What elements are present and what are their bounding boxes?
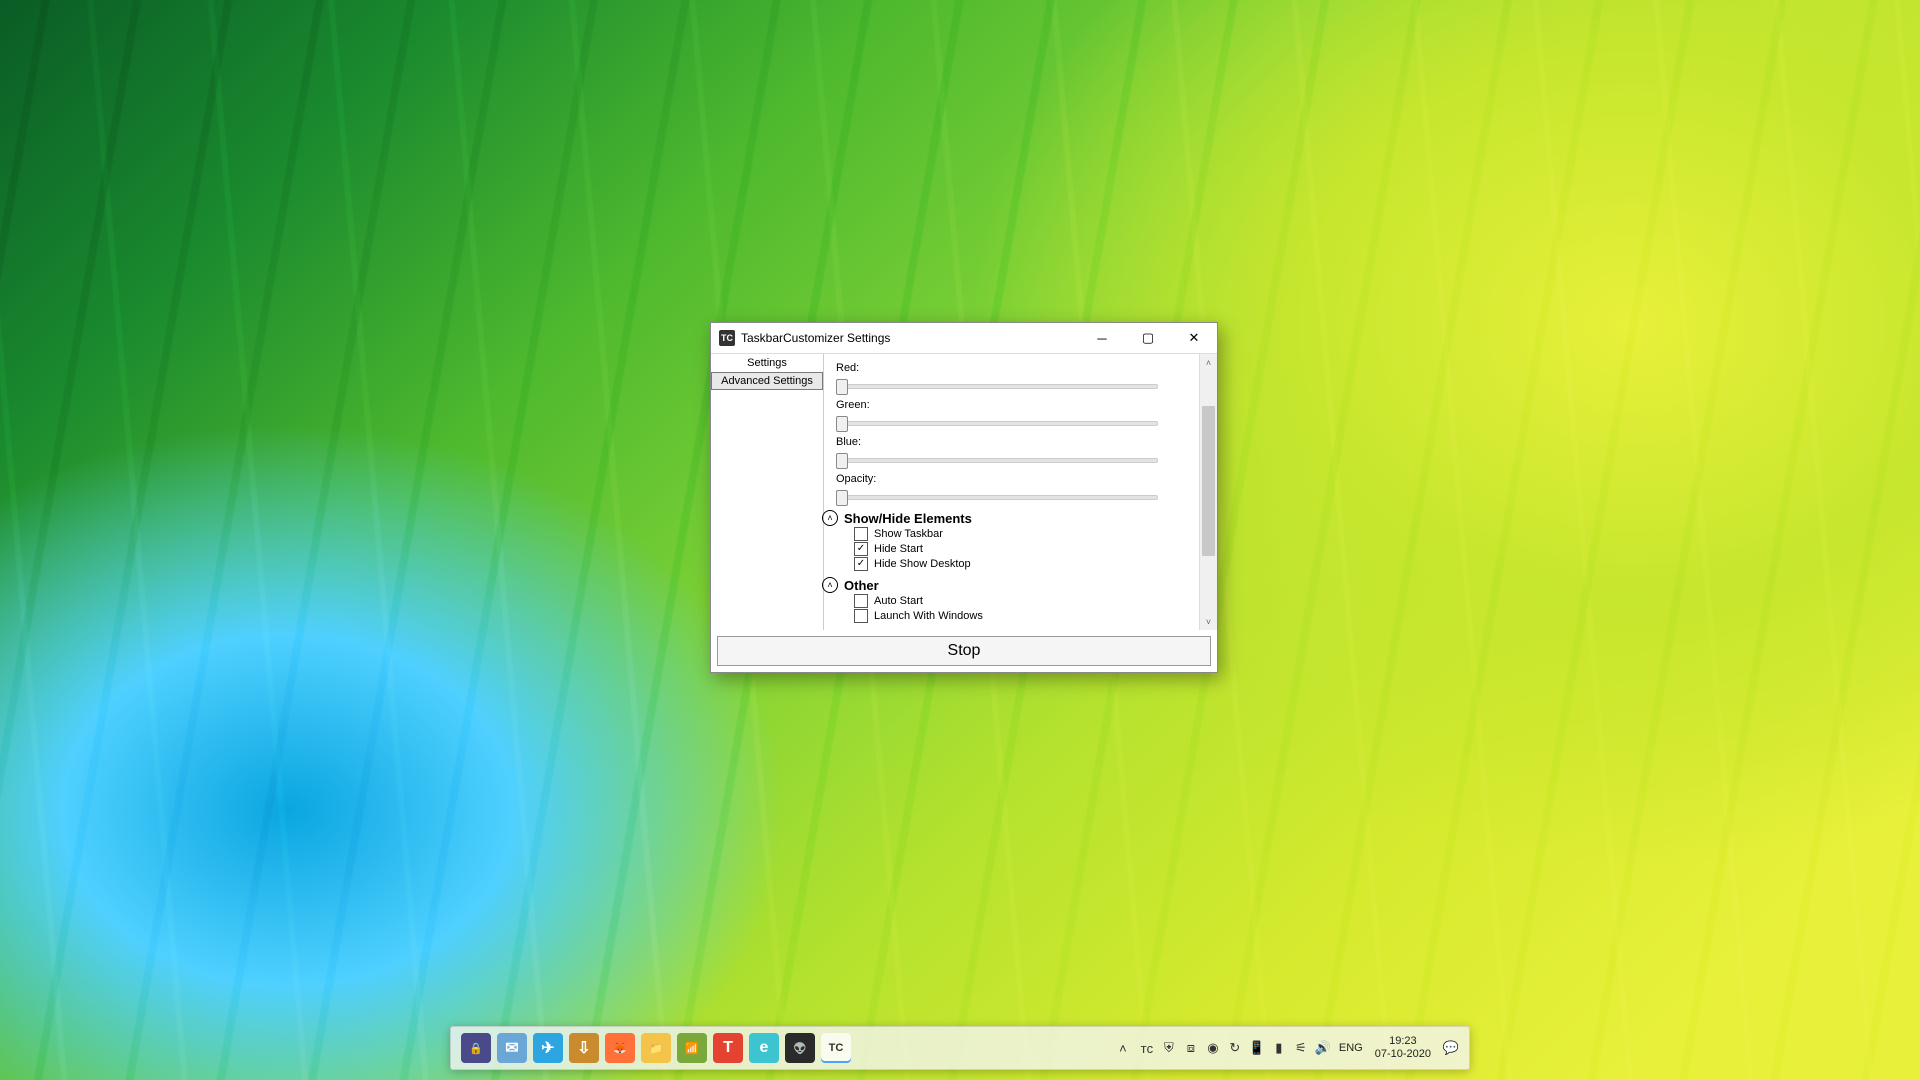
section-showhide: ˄ Show/Hide Elements [822, 510, 1209, 526]
tray-overflow-icon[interactable]: ˄ [1115, 1040, 1131, 1056]
content-panel: Red: Green: Blue: Opacity: ˄ Show/Hide E… [824, 354, 1217, 630]
settings-window: TC TaskbarCustomizer Settings ─ ▢ ✕ Sett… [710, 322, 1218, 673]
window-title: TaskbarCustomizer Settings [741, 331, 1079, 345]
opacity-label: Opacity: [836, 473, 1209, 485]
sidebar-item-advanced[interactable]: Advanced Settings [711, 372, 823, 390]
tray-shield-icon[interactable]: ⛨ [1161, 1040, 1177, 1056]
green-label: Green: [836, 399, 1209, 411]
section-heading: Other [844, 578, 879, 593]
checkbox-label: Auto Start [874, 595, 923, 607]
taskbar-app-rss[interactable]: 📶 [677, 1033, 707, 1063]
tray-tc-icon[interactable]: ᴛᴄ [1139, 1040, 1155, 1056]
section-heading: Show/Hide Elements [844, 511, 972, 526]
checkbox-label: Launch With Windows [874, 610, 983, 622]
checkbox-box[interactable]: ✓ [854, 557, 868, 571]
titlebar[interactable]: TC TaskbarCustomizer Settings ─ ▢ ✕ [711, 323, 1217, 353]
slider-thumb[interactable] [836, 490, 848, 506]
clock-date: 07-10-2020 [1375, 1048, 1431, 1061]
tray-icons: ᴛᴄ ⛨ ⧈ ◉ ↻ 📱 ▮ ⚟ 🔊 [1139, 1040, 1331, 1056]
taskbar-app-tc[interactable]: TC [821, 1033, 851, 1063]
green-slider[interactable] [836, 414, 1158, 430]
scrollbar-thumb[interactable] [1202, 406, 1215, 556]
sidebar-item-settings[interactable]: Settings [711, 354, 823, 372]
taskbar: 🔒✉✈⇩🦊📁📶Te👽TC ˄ ᴛᴄ ⛨ ⧈ ◉ ↻ 📱 ▮ ⚟ 🔊 ENG 19:23 07-1… [450, 1026, 1470, 1070]
clock-time: 19:23 [1389, 1035, 1417, 1048]
minimize-button[interactable]: ─ [1079, 323, 1125, 353]
scrollbar[interactable]: ˄ ˅ [1199, 354, 1217, 630]
checkbox-launch-with-windows[interactable]: Launch With Windows [854, 609, 1209, 623]
taskbar-app-explorer[interactable]: 📁 [641, 1033, 671, 1063]
collapse-icon[interactable]: ˄ [822, 510, 838, 526]
window-body: Settings Advanced Settings Red: Green: B… [711, 353, 1217, 630]
close-button[interactable]: ✕ [1171, 323, 1217, 353]
app-icon: TC [719, 330, 735, 346]
checkbox-box[interactable]: ✓ [854, 542, 868, 556]
collapse-icon[interactable]: ˄ [822, 577, 838, 593]
blue-slider[interactable] [836, 451, 1158, 467]
taskbar-app-todoist[interactable]: T [713, 1033, 743, 1063]
taskbar-app-keepass[interactable]: 🔒 [461, 1033, 491, 1063]
window-footer: Stop [711, 630, 1217, 672]
taskbar-app-firefox[interactable]: 🦊 [605, 1033, 635, 1063]
checkbox-box[interactable] [854, 527, 868, 541]
checkbox-label: Show Taskbar [874, 528, 943, 540]
slider-thumb[interactable] [836, 453, 848, 469]
taskbar-app-telegram[interactable]: ✈ [533, 1033, 563, 1063]
taskbar-apps: 🔒✉✈⇩🦊📁📶Te👽TC [451, 1033, 851, 1063]
system-tray: ˄ ᴛᴄ ⛨ ⧈ ◉ ↻ 📱 ▮ ⚟ 🔊 ENG 19:23 07-10-2020 💬 [1115, 1035, 1469, 1060]
checkbox-box[interactable] [854, 609, 868, 623]
tray-chrome-icon[interactable]: ◉ [1205, 1040, 1221, 1056]
checkbox-show-taskbar[interactable]: Show Taskbar [854, 527, 1209, 541]
stop-button[interactable]: Stop [717, 636, 1211, 666]
scroll-down-icon[interactable]: ˅ [1200, 613, 1217, 630]
section-other: ˄ Other [822, 577, 1209, 593]
tray-phone-icon[interactable]: 📱 [1249, 1040, 1265, 1056]
sidebar: Settings Advanced Settings [711, 354, 824, 630]
notifications-icon[interactable]: 💬 [1443, 1040, 1459, 1056]
language-indicator[interactable]: ENG [1339, 1042, 1363, 1054]
checkbox-label: Hide Show Desktop [874, 558, 971, 570]
red-label: Red: [836, 362, 1209, 374]
taskbar-app-edge[interactable]: e [749, 1033, 779, 1063]
tray-wifi-icon[interactable]: ⚟ [1293, 1040, 1309, 1056]
checkbox-hide-show-desktop[interactable]: ✓ Hide Show Desktop [854, 557, 1209, 571]
slider-thumb[interactable] [836, 379, 848, 395]
clock[interactable]: 19:23 07-10-2020 [1375, 1035, 1431, 1060]
taskbar-app-torrent[interactable]: ⇩ [569, 1033, 599, 1063]
tray-volume-icon[interactable]: 🔊 [1315, 1040, 1331, 1056]
blue-label: Blue: [836, 436, 1209, 448]
slider-thumb[interactable] [836, 416, 848, 432]
checkbox-label: Hide Start [874, 543, 923, 555]
tray-sync-icon[interactable]: ↻ [1227, 1040, 1243, 1056]
checkbox-hide-start[interactable]: ✓ Hide Start [854, 542, 1209, 556]
checkbox-box[interactable] [854, 594, 868, 608]
opacity-slider[interactable] [836, 488, 1158, 504]
tray-battery-icon[interactable]: ▮ [1271, 1040, 1287, 1056]
tray-dropbox-icon[interactable]: ⧈ [1183, 1040, 1199, 1056]
maximize-button[interactable]: ▢ [1125, 323, 1171, 353]
scroll-up-icon[interactable]: ˄ [1200, 354, 1217, 371]
taskbar-app-mail[interactable]: ✉ [497, 1033, 527, 1063]
red-slider[interactable] [836, 377, 1158, 393]
taskbar-app-alien[interactable]: 👽 [785, 1033, 815, 1063]
desktop-wallpaper: TC TaskbarCustomizer Settings ─ ▢ ✕ Sett… [0, 0, 1920, 1080]
checkbox-auto-start[interactable]: Auto Start [854, 594, 1209, 608]
